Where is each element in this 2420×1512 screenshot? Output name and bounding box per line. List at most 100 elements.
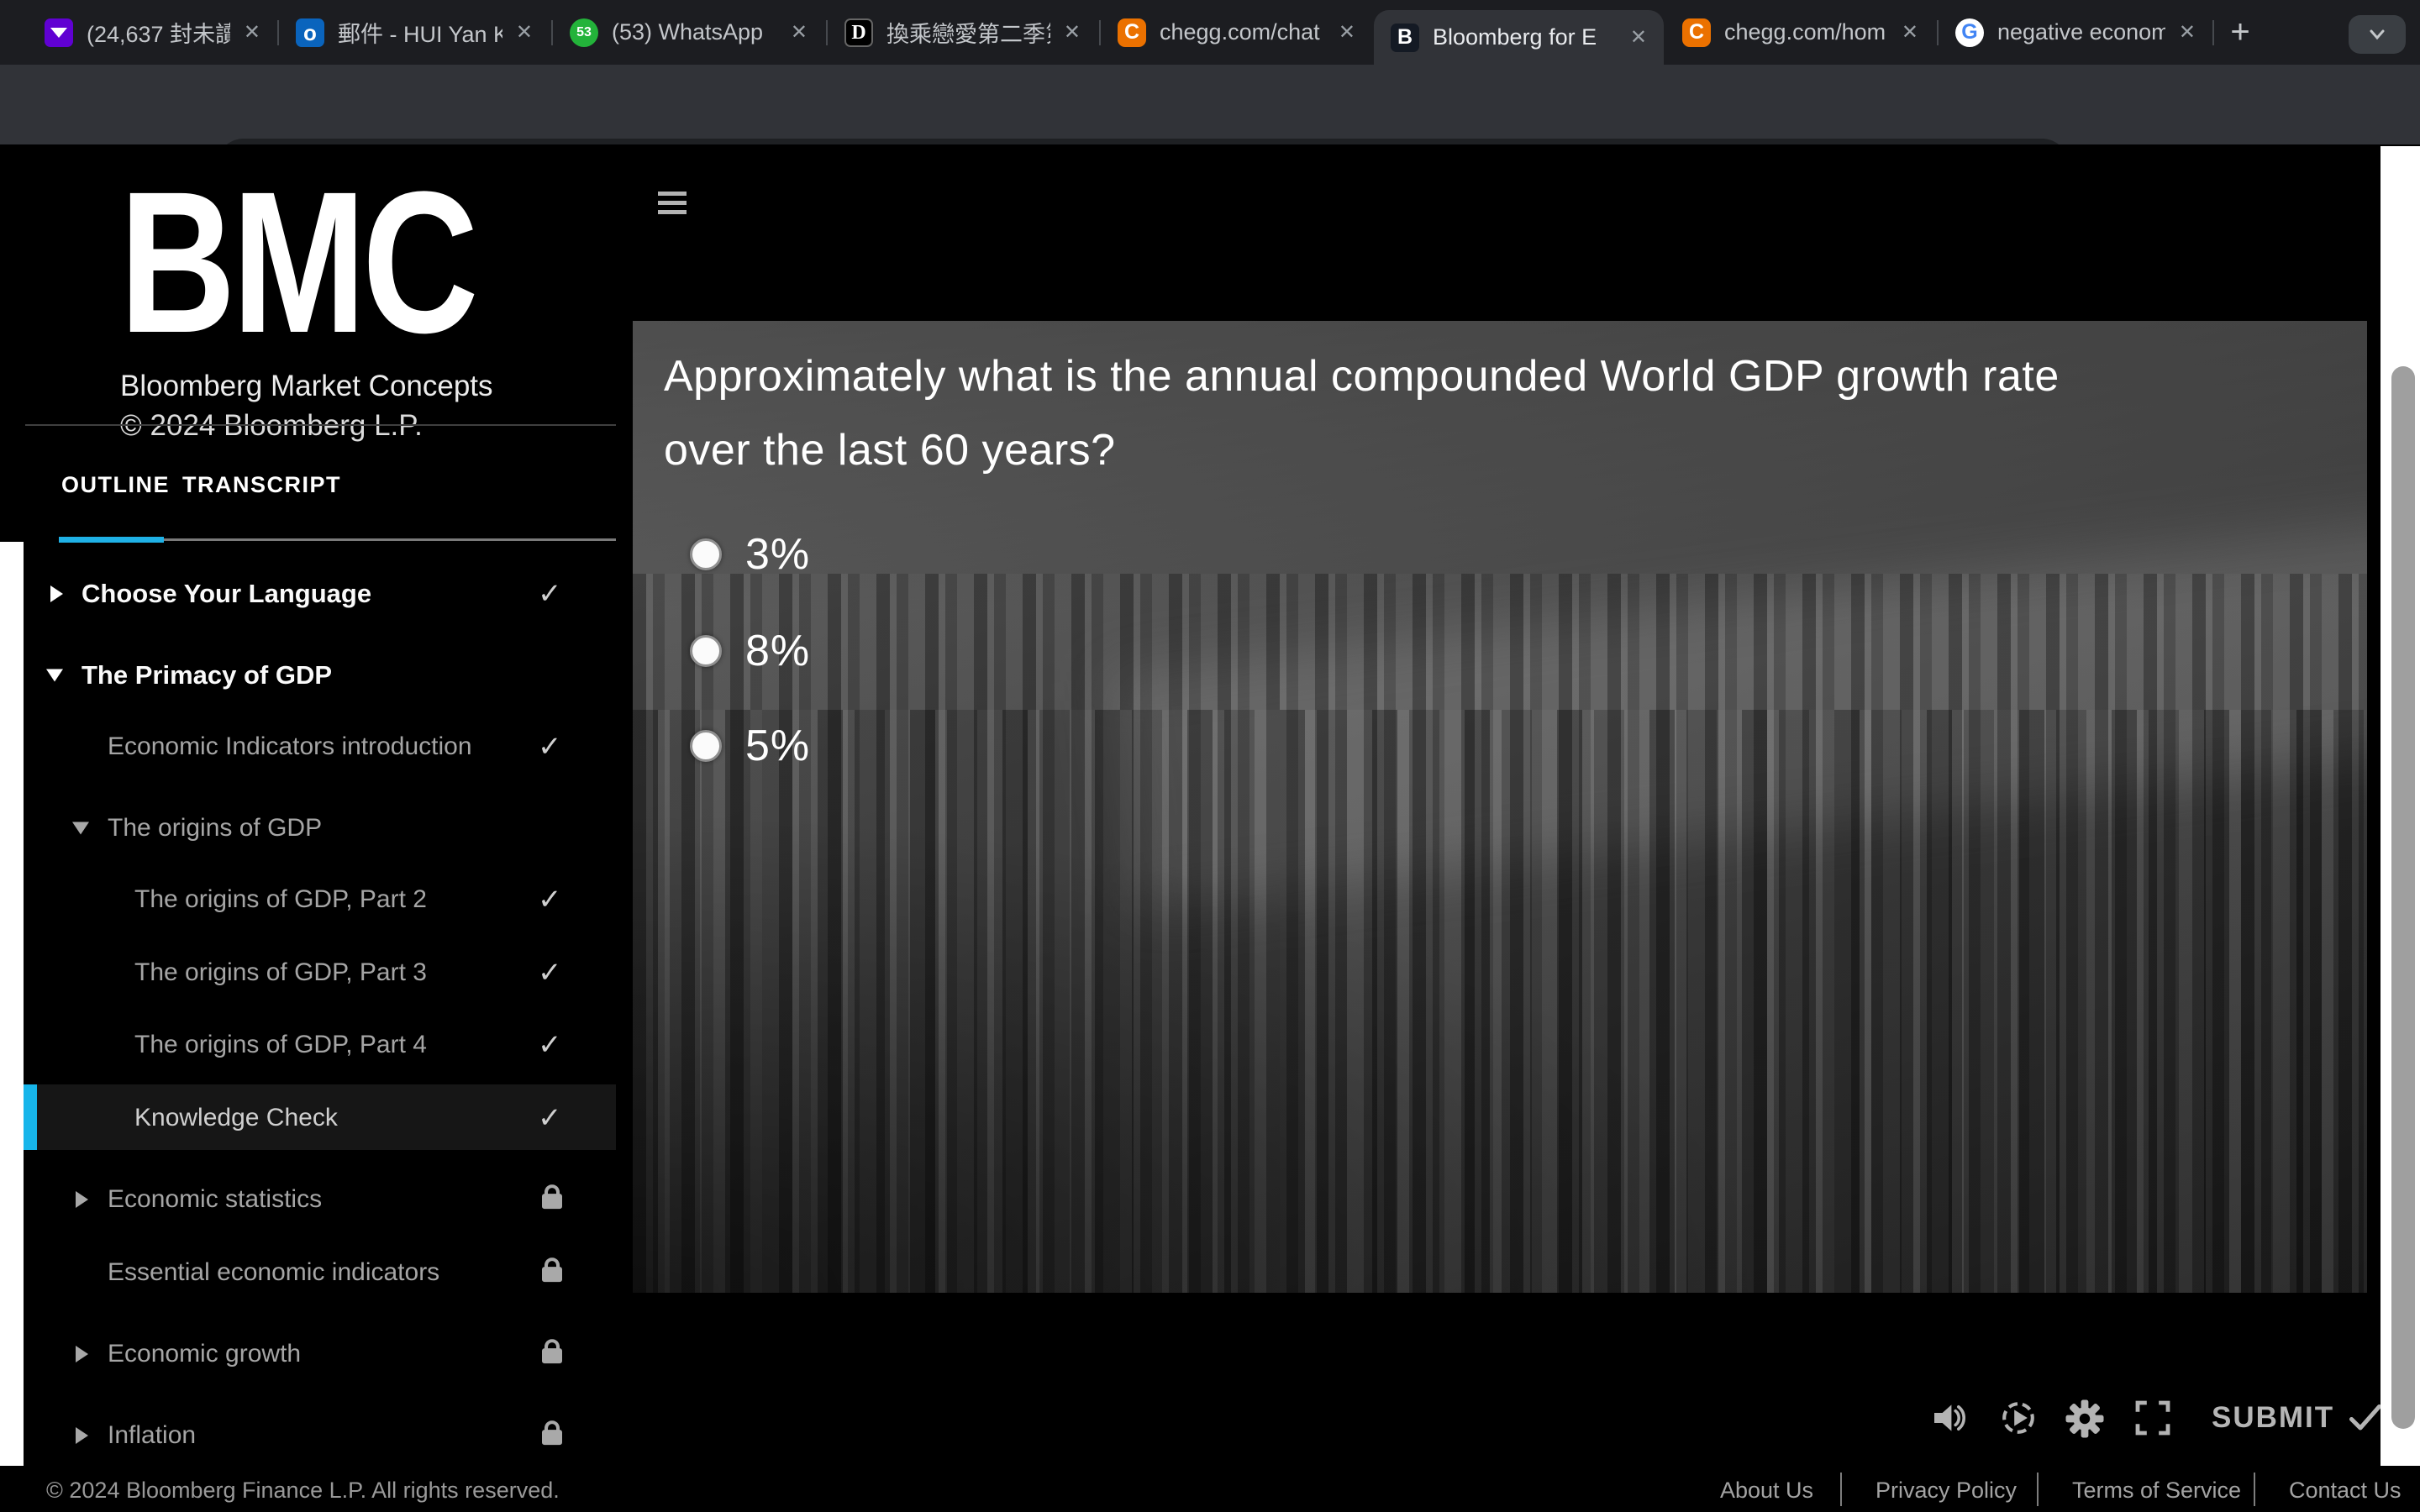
sidebar-item-origins-part2[interactable]: The origins of GDP, Part 2 ✓ xyxy=(0,874,616,925)
radio-button-icon[interactable] xyxy=(690,730,722,762)
footer-link-privacy[interactable]: Privacy Policy xyxy=(1876,1478,2017,1504)
tab-label: (53) WhatsApp xyxy=(612,19,764,45)
browser-toolbar: portal.bloombergforeducation.com/courses… xyxy=(0,65,2420,194)
playback-speed-icon[interactable] xyxy=(1998,1398,2039,1438)
footer-divider xyxy=(1840,1473,1842,1506)
answer-option-3pct[interactable]: 3% xyxy=(690,529,810,580)
browser-window: (24,637 封未讀電 ✕ o 郵件 - HUI Yan K ✕ 53 (53… xyxy=(0,0,2420,1512)
page-content: BMC Bloomberg Market Concepts © 2024 Blo… xyxy=(0,144,2420,1512)
submit-button[interactable]: SUBMIT xyxy=(2212,1401,2383,1435)
left-scrollbar-track[interactable] xyxy=(0,542,24,1466)
menu-hamburger-icon[interactable] xyxy=(658,192,687,214)
fullscreen-icon[interactable] xyxy=(2133,1398,2173,1438)
google-favicon-icon: G xyxy=(1955,18,1984,47)
option-label: 8% xyxy=(745,627,811,675)
submit-check-icon xyxy=(2349,1404,2382,1431)
answer-option-8pct[interactable]: 8% xyxy=(690,626,810,676)
video-quiz-player[interactable]: Approximately what is the annual compoun… xyxy=(633,321,2367,1293)
chevron-right-icon[interactable] xyxy=(76,1427,88,1444)
sidebar-divider xyxy=(25,424,616,426)
sidebar-item-primacy-of-gdp[interactable]: The Primacy of GDP xyxy=(0,650,616,701)
sidebar-item-choose-language[interactable]: Choose Your Language ✓ xyxy=(0,569,616,619)
tab-label: Bloomberg for E xyxy=(1433,24,1597,50)
sidebar-item-economic-growth[interactable]: Economic growth xyxy=(0,1329,616,1379)
sidebar-item-knowledge-check[interactable]: Knowledge Check ✓ xyxy=(0,1093,616,1143)
tab-close-icon[interactable]: ✕ xyxy=(1339,20,1355,45)
tab-label: 郵件 - HUI Yan K xyxy=(338,22,502,47)
tab-outline[interactable]: OUTLINE xyxy=(61,472,170,498)
chegg-favicon-icon: C xyxy=(1682,18,1711,47)
tab-label: chegg.com/chat xyxy=(1160,19,1320,45)
tab-strip: (24,637 封未讀電 ✕ o 郵件 - HUI Yan K ✕ 53 (53… xyxy=(0,0,2420,65)
item-label: The origins of GDP xyxy=(108,814,323,842)
tab-search-button[interactable] xyxy=(2349,15,2406,54)
new-tab-button[interactable]: + xyxy=(2220,12,2260,52)
tab-chegg-home[interactable]: C chegg.com/hom ✕ xyxy=(1665,0,1935,65)
item-label: Choose Your Language xyxy=(82,579,372,608)
tab-bloomberg-active[interactable]: B Bloomberg for E ✕ xyxy=(1374,10,1664,65)
item-label: The origins of GDP, Part 4 xyxy=(134,1031,427,1058)
right-scrollbar-track[interactable] xyxy=(2381,146,2420,1466)
sidebar-item-origins-of-gdp[interactable]: The origins of GDP xyxy=(0,803,616,853)
chevron-right-icon[interactable] xyxy=(76,1191,88,1208)
submit-label: SUBMIT xyxy=(2212,1401,2335,1434)
sidebar-item-economic-statistics[interactable]: Economic statistics xyxy=(0,1174,616,1225)
radio-button-icon[interactable] xyxy=(690,635,722,667)
tab-close-icon[interactable]: ✕ xyxy=(1902,20,1918,45)
settings-gear-icon[interactable] xyxy=(2064,1398,2106,1440)
item-label: Economic statistics xyxy=(108,1185,323,1213)
active-tab-underline xyxy=(59,537,164,543)
tab-google-search[interactable]: G negative econom ✕ xyxy=(1939,0,2212,65)
tab-close-icon[interactable]: ✕ xyxy=(516,20,533,45)
logo-copyright: © 2024 Bloomberg L.P. xyxy=(120,409,423,442)
item-label: The Primacy of GDP xyxy=(82,660,333,690)
sidebar-item-origins-part3[interactable]: The origins of GDP, Part 3 ✓ xyxy=(0,948,616,998)
scrollbar-thumb[interactable] xyxy=(2391,366,2415,1429)
video-site-favicon-icon: D xyxy=(844,18,873,47)
tab-close-icon[interactable]: ✕ xyxy=(1630,25,1647,50)
tab-label: (24,637 封未讀電 xyxy=(87,22,230,47)
locked-icon xyxy=(542,1339,562,1364)
footer-divider xyxy=(2037,1473,2039,1506)
footer-link-contact[interactable]: Contact Us xyxy=(2289,1478,2402,1504)
sidebar-item-origins-part4[interactable]: The origins of GDP, Part 4 ✓ xyxy=(0,1020,616,1070)
chevron-right-icon[interactable] xyxy=(50,585,63,602)
sidebar-item-essential-indicators[interactable]: Essential economic indicators xyxy=(0,1247,616,1298)
tab-close-icon[interactable]: ✕ xyxy=(1064,20,1081,45)
chevron-down-icon[interactable] xyxy=(72,822,89,835)
completed-check-icon: ✓ xyxy=(538,884,562,916)
locked-icon xyxy=(542,1420,562,1446)
locked-icon xyxy=(542,1257,562,1283)
quiz-question: Approximately what is the annual compoun… xyxy=(664,352,2060,475)
chevron-right-icon[interactable] xyxy=(76,1346,88,1362)
tab-outlook[interactable]: o 郵件 - HUI Yan K ✕ xyxy=(279,0,550,65)
tab-close-icon[interactable]: ✕ xyxy=(244,20,260,45)
chegg-favicon-icon: C xyxy=(1118,18,1146,47)
footer-link-about[interactable]: About Us xyxy=(1720,1478,1813,1504)
sidebar-item-econ-indicators-intro[interactable]: Economic Indicators introduction ✓ xyxy=(0,722,616,772)
radio-button-icon[interactable] xyxy=(690,538,722,570)
locked-icon xyxy=(542,1184,562,1210)
completed-check-icon: ✓ xyxy=(538,1029,562,1061)
tab-divider xyxy=(2212,20,2214,45)
tab-close-icon[interactable]: ✕ xyxy=(2179,20,2196,45)
page-footer: © 2024 Bloomberg Finance L.P. All rights… xyxy=(0,1466,2420,1512)
footer-link-terms[interactable]: Terms of Service xyxy=(2072,1478,2241,1504)
tab-whatsapp[interactable]: 53 (53) WhatsApp ✕ xyxy=(553,0,824,65)
chevron-down-icon[interactable] xyxy=(46,669,63,682)
answer-option-5pct[interactable]: 5% xyxy=(690,721,810,771)
option-label: 3% xyxy=(745,530,811,579)
tab-mail[interactable]: (24,637 封未讀電 ✕ xyxy=(28,0,277,65)
tab-label: 換乘戀愛第二季第 xyxy=(886,22,1050,47)
item-label: Economic growth xyxy=(108,1340,302,1368)
tab-drama[interactable]: D 換乘戀愛第二季第 ✕ xyxy=(828,0,1097,65)
completed-check-icon: ✓ xyxy=(538,957,562,989)
volume-icon[interactable] xyxy=(1929,1398,1970,1438)
item-label: Knowledge Check xyxy=(134,1104,338,1131)
tab-chegg-chat[interactable]: C chegg.com/chat ✕ xyxy=(1101,0,1372,65)
completed-check-icon: ✓ xyxy=(538,578,562,610)
sidebar-item-inflation[interactable]: Inflation xyxy=(0,1410,616,1461)
tab-close-icon[interactable]: ✕ xyxy=(791,20,808,45)
tab-transcript[interactable]: TRANSCRIPT xyxy=(182,472,341,498)
bloomberg-favicon-icon: B xyxy=(1391,23,1419,52)
